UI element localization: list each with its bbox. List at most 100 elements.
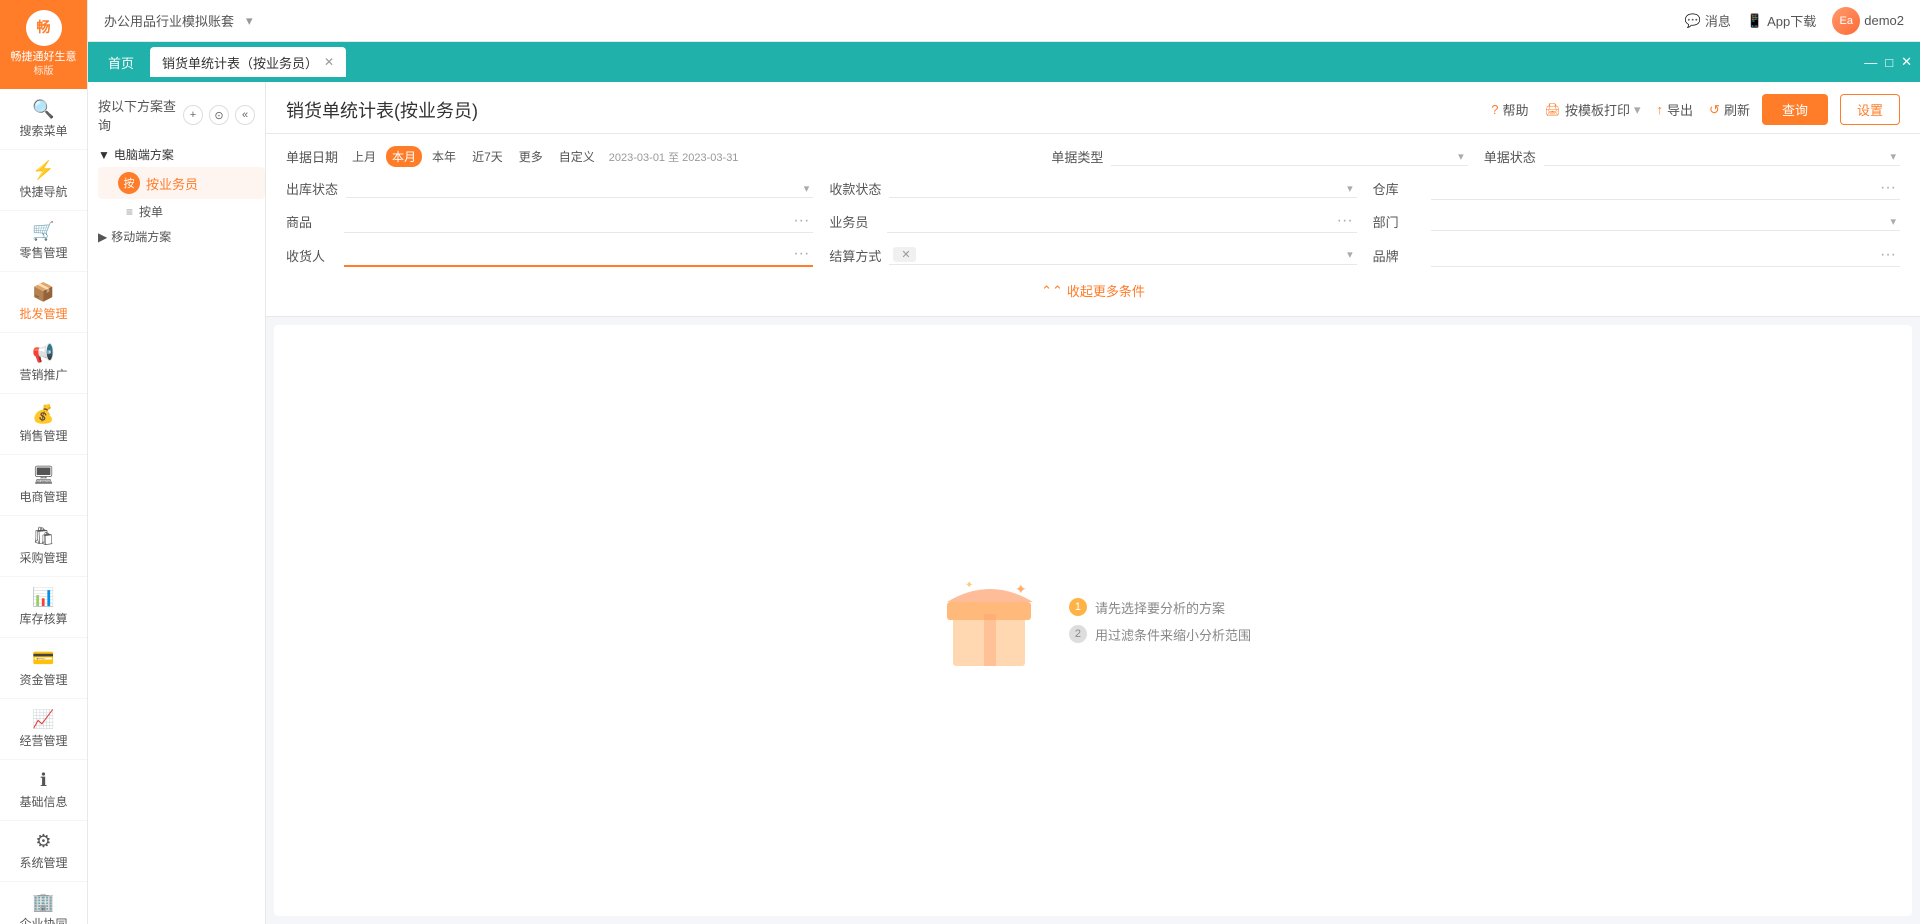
collapse-panel-btn[interactable]: « bbox=[235, 105, 255, 125]
sidebar-item-shortcut[interactable]: ⚡ 快捷导航 bbox=[0, 150, 87, 211]
sidebar-item-inventory[interactable]: 📊 库存核算 bbox=[0, 577, 87, 638]
sidebar-item-wholesale[interactable]: 📦 批发管理 bbox=[0, 272, 87, 333]
warehouse-label: 仓库 bbox=[1373, 179, 1423, 198]
hint-item-1: 1 请先选择要分析的方案 bbox=[1069, 598, 1251, 617]
sidebar-item-finance[interactable]: 💳 资金管理 bbox=[0, 638, 87, 699]
sidebar-item-system[interactable]: ⚙ 系统管理 bbox=[0, 821, 87, 882]
filter-area: 单据日期 上月 本月 本年 近7天 更多 自定义 2023-03-01 至 20… bbox=[266, 134, 1920, 317]
receiver-input[interactable]: ··· bbox=[344, 243, 813, 267]
brand-dots-icon: ··· bbox=[1880, 246, 1896, 264]
receiver-dots-icon: ··· bbox=[793, 245, 809, 263]
window-close-btn[interactable]: ✕ bbox=[1901, 54, 1912, 70]
window-minimize-btn[interactable]: — bbox=[1864, 55, 1877, 70]
logo-icon: 畅 bbox=[26, 10, 62, 46]
window-maximize-btn[interactable]: □ bbox=[1885, 55, 1893, 70]
doc-type-label: 单据类型 bbox=[1051, 147, 1103, 166]
help-icon: ? bbox=[1491, 102, 1498, 117]
svg-text:✦: ✦ bbox=[965, 580, 973, 591]
sidebar-item-retail[interactable]: 🛒 零售管理 bbox=[0, 211, 87, 272]
salesman-select[interactable]: ··· bbox=[887, 210, 1356, 233]
user-profile-btn[interactable]: Ea demo2 bbox=[1832, 7, 1904, 35]
app-download-btn[interactable]: 📱 App下载 bbox=[1747, 11, 1816, 30]
print-btn[interactable]: 🖨 按模板打印 ▾ bbox=[1544, 100, 1640, 119]
out-status-label: 出库状态 bbox=[286, 179, 338, 198]
tab-home[interactable]: 首页 bbox=[96, 47, 146, 77]
date-more-btn[interactable]: 更多 bbox=[513, 146, 549, 167]
sidebar-item-search[interactable]: 🔍 搜索菜单 bbox=[0, 89, 87, 150]
doc-status-dropdown-icon: ▾ bbox=[1890, 150, 1896, 163]
sidebar-item-enterprise[interactable]: 🏢 企业协同 bbox=[0, 882, 87, 924]
pay-method-tag-close[interactable]: ✕ bbox=[901, 248, 910, 261]
svg-text:✦: ✦ bbox=[1015, 581, 1027, 597]
goods-label: 商品 bbox=[286, 212, 336, 231]
pay-method-select[interactable]: ✕ ▾ bbox=[889, 245, 1356, 265]
page-title-bar: 销货单统计表(按业务员) ? 帮助 🖨 按模板打印 ▾ ↑ bbox=[266, 82, 1920, 134]
sidebar-item-basic[interactable]: ℹ 基础信息 bbox=[0, 760, 87, 821]
pay-method-dropdown-icon: ▾ bbox=[1347, 248, 1353, 261]
warehouse-select[interactable]: ··· bbox=[1431, 177, 1900, 200]
date-custom-btn[interactable]: 自定义 bbox=[553, 146, 601, 167]
pay-status-select[interactable]: ▾ bbox=[889, 180, 1356, 198]
sidebar-item-ecommerce[interactable]: 🖥 电商管理 bbox=[0, 455, 87, 516]
filter-out-status: 出库状态 ▾ bbox=[286, 179, 813, 198]
doc-status-select[interactable]: ▾ bbox=[1544, 148, 1900, 166]
tabbar: 首页 销货单统计表（按业务员） ✕ — □ ✕ bbox=[88, 42, 1920, 82]
workspace-dropdown-icon[interactable]: ▾ bbox=[246, 13, 253, 29]
tab-close-icon[interactable]: ✕ bbox=[324, 55, 334, 69]
desktop-group-title[interactable]: ▼ 电脑端方案 bbox=[98, 142, 265, 167]
sidebar-item-purchase[interactable]: 🛍 采购管理 bbox=[0, 516, 87, 577]
topbar: 办公用品行业模拟账套 ▾ 💬 消息 📱 App下载 Ea demo2 bbox=[88, 0, 1920, 42]
print-icon: 🖨 bbox=[1544, 102, 1561, 118]
date-7days-btn[interactable]: 近7天 bbox=[466, 146, 509, 167]
message-icon: 💬 bbox=[1685, 13, 1701, 29]
logo-text: 畅捷通好生意标版 bbox=[5, 50, 82, 79]
date-last-month-btn[interactable]: 上月 bbox=[346, 146, 382, 167]
sidebar-item-sales[interactable]: 💰 销售管理 bbox=[0, 394, 87, 455]
date-this-year-btn[interactable]: 本年 bbox=[426, 146, 462, 167]
tab-sales-stat[interactable]: 销货单统计表（按业务员） ✕ bbox=[150, 47, 346, 77]
empty-box-svg: ✦ ✦ bbox=[935, 566, 1045, 676]
edit-scheme-btn[interactable]: ⊙ bbox=[209, 105, 229, 125]
add-scheme-btn[interactable]: + bbox=[183, 105, 203, 125]
filter-row-2: 出库状态 ▾ 收款状态 ▾ 仓库 bbox=[286, 177, 1900, 200]
left-panel: 按以下方案查询 + ⊙ « ▼ 电脑端方案 按 按业务员 ≡ bbox=[88, 82, 266, 924]
receiver-label: 收货人 bbox=[286, 246, 336, 265]
date-this-month-btn[interactable]: 本月 bbox=[386, 146, 422, 167]
filter-warehouse: 仓库 ··· bbox=[1373, 177, 1900, 200]
title-actions: ? 帮助 🖨 按模板打印 ▾ ↑ 导出 ↺ bbox=[1491, 94, 1900, 125]
scheme-active-icon: 按 bbox=[118, 172, 140, 194]
empty-illustration: ✦ ✦ bbox=[935, 566, 1045, 676]
scheme-sub-order[interactable]: ≡ 按单 bbox=[98, 199, 265, 224]
out-status-select[interactable]: ▾ bbox=[346, 180, 813, 198]
doc-type-select[interactable]: ▾ bbox=[1111, 148, 1467, 166]
pay-method-tag: ✕ bbox=[893, 247, 915, 262]
scheme-item-salesman[interactable]: 按 按业务员 bbox=[98, 167, 265, 199]
refresh-btn[interactable]: ↺ 刷新 bbox=[1709, 100, 1750, 119]
filter-pay-status: 收款状态 ▾ bbox=[829, 179, 1356, 198]
salesman-label: 业务员 bbox=[829, 212, 879, 231]
dept-select[interactable]: ▾ bbox=[1431, 213, 1900, 231]
sidebar-item-marketing[interactable]: 📢 营销推广 bbox=[0, 333, 87, 394]
page-title: 销货单统计表(按业务员) bbox=[286, 97, 478, 123]
goods-select[interactable]: ··· bbox=[344, 210, 813, 233]
salesman-dots-icon: ··· bbox=[1337, 212, 1353, 230]
brand-select[interactable]: ··· bbox=[1431, 244, 1900, 267]
export-icon: ↑ bbox=[1657, 102, 1664, 117]
filter-date: 单据日期 上月 本月 本年 近7天 更多 自定义 2023-03-01 至 20… bbox=[286, 146, 1035, 167]
refresh-icon: ↺ bbox=[1709, 102, 1720, 118]
collapse-conditions-btn[interactable]: ⌃⌃ 收起更多条件 bbox=[286, 277, 1900, 304]
sidebar-item-operation[interactable]: 📈 经营管理 bbox=[0, 699, 87, 760]
mobile-scheme-group[interactable]: ▶ 移动端方案 bbox=[88, 224, 265, 249]
date-range: 2023-03-01 至 2023-03-31 bbox=[609, 149, 739, 165]
message-btn[interactable]: 💬 消息 bbox=[1685, 11, 1731, 30]
help-btn[interactable]: ? 帮助 bbox=[1491, 100, 1528, 119]
export-btn[interactable]: ↑ 导出 bbox=[1657, 100, 1694, 119]
query-button[interactable]: 查询 bbox=[1762, 94, 1828, 125]
filter-row-3: 商品 ··· 业务员 ··· 部门 bbox=[286, 210, 1900, 233]
workspace-title: 办公用品行业模拟账套 bbox=[104, 11, 234, 30]
filter-row-1: 单据日期 上月 本月 本年 近7天 更多 自定义 2023-03-01 至 20… bbox=[286, 146, 1900, 167]
setting-button[interactable]: 设置 bbox=[1840, 94, 1900, 125]
empty-content: ✦ ✦ 1 请先选择要分析的方案 2 用过滤条件来缩小分析范围 bbox=[935, 566, 1251, 676]
out-status-dropdown-icon: ▾ bbox=[804, 182, 810, 195]
avatar: Ea bbox=[1832, 7, 1860, 35]
